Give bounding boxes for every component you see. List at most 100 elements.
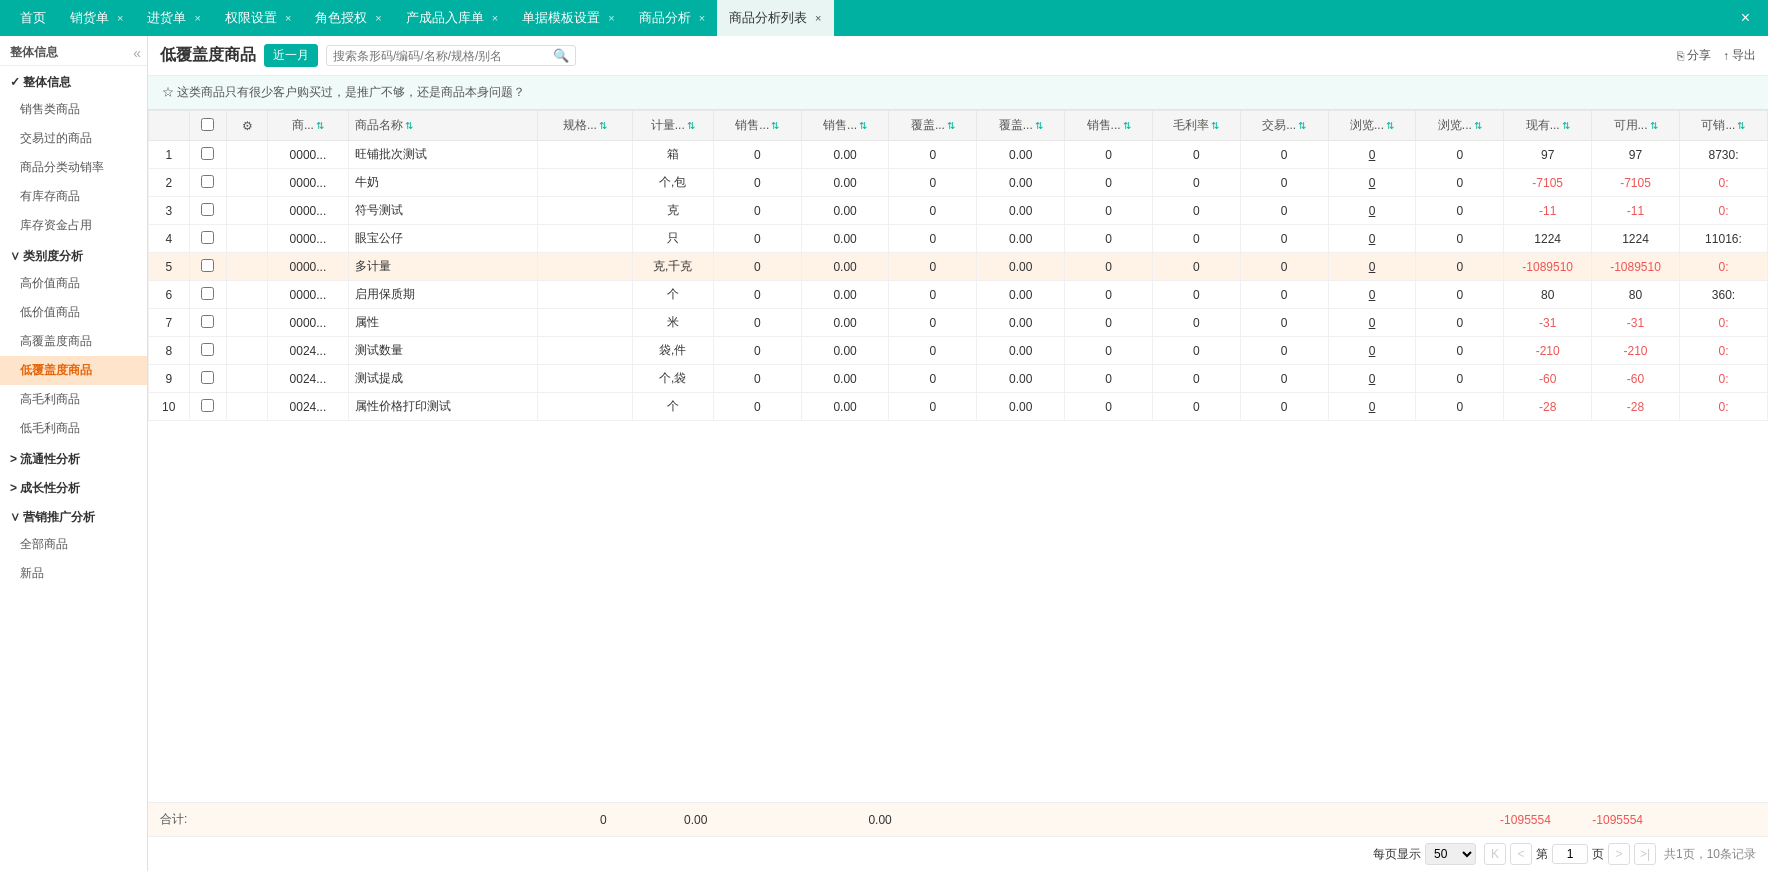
col-header-unit[interactable]: 计量...⇅ [632, 111, 713, 141]
search-input[interactable] [333, 49, 553, 63]
search-icon[interactable]: 🔍 [553, 48, 569, 63]
sidebar-section-growth[interactable]: > 成长性分析 [0, 472, 147, 501]
col-header-sales2[interactable]: 销售...⇅ [1065, 111, 1153, 141]
cell-browse1[interactable]: 0 [1328, 197, 1416, 225]
sidebar-item-sales-goods[interactable]: 销售类商品 [0, 95, 147, 124]
cell-check[interactable] [189, 197, 227, 225]
sidebar-item-low-coverage[interactable]: 低覆盖度商品 [0, 356, 147, 385]
sidebar-item-all-goods[interactable]: 全部商品 [0, 530, 147, 559]
export-button[interactable]: ↑ 导出 [1723, 47, 1756, 64]
sidebar-item-capital[interactable]: 库存资金占用 [0, 211, 147, 240]
cell-available: 80 [1592, 281, 1680, 309]
col-header-saleable[interactable]: 可销...⇅ [1679, 111, 1767, 141]
nav-tab-perms[interactable]: 权限设置 × [213, 0, 303, 36]
cell-code: 0000... [267, 141, 348, 169]
cell-browse1[interactable]: 0 [1328, 393, 1416, 421]
sidebar-item-high-profit[interactable]: 高毛利商品 [0, 385, 147, 414]
sidebar-item-low-profit[interactable]: 低毛利商品 [0, 414, 147, 443]
cell-browse1[interactable]: 0 [1328, 309, 1416, 337]
section-label: ✓ 整体信息 [10, 74, 71, 91]
collapse-button[interactable]: « [133, 45, 141, 61]
first-page-button[interactable]: K [1484, 843, 1506, 865]
close-icon[interactable]: × [117, 0, 123, 36]
sidebar-item-low-value[interactable]: 低价值商品 [0, 298, 147, 327]
close-icon[interactable]: × [608, 0, 614, 36]
cell-browse1[interactable]: 0 [1328, 225, 1416, 253]
sidebar-item-high-value[interactable]: 高价值商品 [0, 269, 147, 298]
cell-check[interactable] [189, 253, 227, 281]
sidebar-section-overall[interactable]: ✓ 整体信息 [0, 66, 147, 95]
col-header-code[interactable]: 商...⇅ [267, 111, 348, 141]
cell-current: -1089510 [1504, 253, 1592, 281]
cell-browse2: 0 [1416, 393, 1504, 421]
next-page-button[interactable]: > [1608, 843, 1630, 865]
nav-tab-products[interactable]: 产成品入库单 × [394, 0, 510, 36]
cell-check[interactable] [189, 337, 227, 365]
cell-browse1[interactable]: 0 [1328, 337, 1416, 365]
cell-available: -210 [1592, 337, 1680, 365]
share-button[interactable]: ⎘ 分享 [1677, 47, 1711, 64]
col-header-current[interactable]: 现有...⇅ [1504, 111, 1592, 141]
cell-check[interactable] [189, 169, 227, 197]
col-header-name[interactable]: 商品名称⇅ [348, 111, 537, 141]
cell-browse1[interactable]: 0 [1328, 365, 1416, 393]
col-header-settings[interactable]: ⚙ [227, 111, 268, 141]
col-header-trade[interactable]: 交易...⇅ [1240, 111, 1328, 141]
cell-browse1[interactable]: 0 [1328, 169, 1416, 197]
cell-check[interactable] [189, 281, 227, 309]
close-icon[interactable]: × [699, 0, 705, 36]
cell-check[interactable] [189, 393, 227, 421]
page-size-select[interactable]: 20 50 100 [1425, 843, 1476, 865]
sidebar-item-new-goods[interactable]: 新品 [0, 559, 147, 588]
cell-cover1: 0 [889, 393, 977, 421]
col-header-browse2[interactable]: 浏览...⇅ [1416, 111, 1504, 141]
footer-sales-qty: 0 [557, 813, 649, 827]
cell-browse1[interactable]: 0 [1328, 253, 1416, 281]
col-header-cover1[interactable]: 覆盖...⇅ [889, 111, 977, 141]
sidebar-item-traded-goods[interactable]: 交易过的商品 [0, 124, 147, 153]
nav-tab-home[interactable]: 首页 [8, 0, 58, 36]
table-container[interactable]: ⚙ 商...⇅ 商品名称⇅ 规格...⇅ 计量...⇅ 销售...⇅ 销售...… [148, 110, 1768, 802]
last-page-button[interactable]: >| [1634, 843, 1656, 865]
col-header-spec[interactable]: 规格...⇅ [538, 111, 633, 141]
sidebar-item-high-coverage[interactable]: 高覆盖度商品 [0, 327, 147, 356]
close-icon[interactable]: × [492, 0, 498, 36]
cell-browse1[interactable]: 0 [1328, 141, 1416, 169]
col-header-sales-amt[interactable]: 销售...⇅ [801, 111, 889, 141]
cell-check[interactable] [189, 141, 227, 169]
sidebar-section-marketing[interactable]: ∨ 营销推广分析 [0, 501, 147, 530]
sidebar-item-in-stock[interactable]: 有库存商品 [0, 182, 147, 211]
close-icon[interactable]: × [285, 0, 291, 36]
nav-tab-purchase[interactable]: 进货单 × [135, 0, 212, 36]
cell-cover1: 0 [889, 197, 977, 225]
cell-spec [538, 197, 633, 225]
page-number-input[interactable] [1552, 844, 1588, 864]
cell-saleable: 0: [1679, 365, 1767, 393]
close-icon[interactable]: × [375, 0, 381, 36]
cell-check[interactable] [189, 225, 227, 253]
select-all-checkbox[interactable] [201, 118, 214, 131]
col-header-cover2[interactable]: 覆盖...⇅ [977, 111, 1065, 141]
close-icon[interactable]: × [815, 0, 821, 36]
sidebar-section-category[interactable]: ∨ 类别度分析 [0, 240, 147, 269]
nav-tab-sales[interactable]: 销货单 × [58, 0, 135, 36]
sidebar-section-flow[interactable]: > 流通性分析 [0, 443, 147, 472]
time-filter-month[interactable]: 近一月 [264, 44, 318, 67]
col-header-browse1[interactable]: 浏览...⇅ [1328, 111, 1416, 141]
nav-tab-templates[interactable]: 单据模板设置 × [510, 0, 626, 36]
col-header-sales-qty[interactable]: 销售...⇅ [713, 111, 801, 141]
cell-code: 0024... [267, 393, 348, 421]
col-header-gross[interactable]: 毛利率⇅ [1152, 111, 1240, 141]
close-icon[interactable]: × [194, 0, 200, 36]
sidebar-item-category-rate[interactable]: 商品分类动销率 [0, 153, 147, 182]
prev-page-button[interactable]: < [1510, 843, 1532, 865]
window-close-button[interactable]: × [1731, 9, 1760, 27]
cell-browse1[interactable]: 0 [1328, 281, 1416, 309]
cell-check[interactable] [189, 309, 227, 337]
cell-check[interactable] [189, 365, 227, 393]
nav-tab-roles[interactable]: 角色授权 × [303, 0, 393, 36]
col-header-available[interactable]: 可用...⇅ [1592, 111, 1680, 141]
col-header-check [189, 111, 227, 141]
nav-tab-analysis-list[interactable]: 商品分析列表 × [717, 0, 833, 36]
nav-tab-analysis[interactable]: 商品分析 × [627, 0, 717, 36]
